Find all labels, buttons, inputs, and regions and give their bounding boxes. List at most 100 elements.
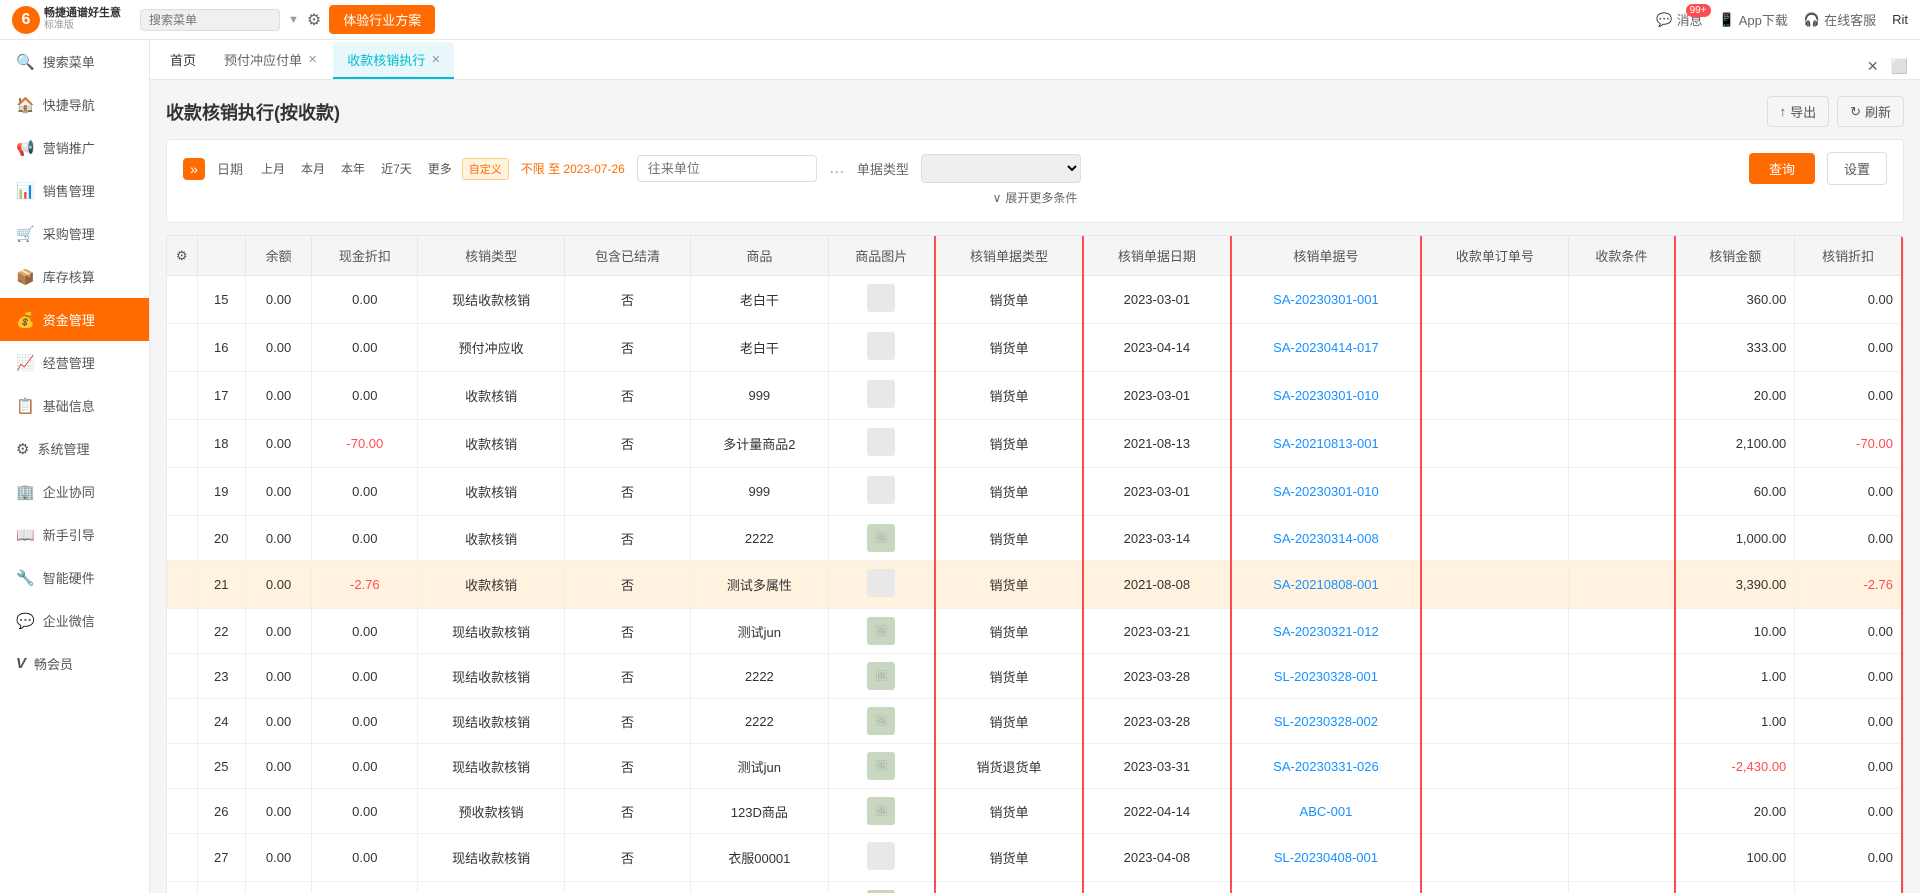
- cell-cancel-bill-no: SA-20230321-012: [1231, 609, 1421, 654]
- date-btn-more[interactable]: 更多: [422, 157, 458, 180]
- sidebar-item-quick-nav[interactable]: 🏠 快捷导航: [0, 83, 149, 126]
- cell-cancel-discount: 0.00: [1795, 699, 1902, 744]
- date-btn-7days[interactable]: 近7天: [375, 157, 418, 180]
- tab-cancel-exec[interactable]: 收款核销执行 ✕: [333, 42, 454, 79]
- cell-cancel-amount: 20.00: [1675, 789, 1795, 834]
- bill-type-select[interactable]: [921, 154, 1081, 183]
- notification-btn[interactable]: 💬 消息 99+: [1656, 10, 1702, 29]
- goods-image: [867, 476, 895, 504]
- cell-cash-discount: 0.00: [312, 468, 418, 516]
- cell-seq: 21: [197, 561, 245, 609]
- table-row: 20 0.00 0.00 收款核销 否 2222 🖼 销货单 2023-03-1…: [167, 516, 1902, 561]
- bill-no-link[interactable]: SA-20230321-012: [1273, 624, 1379, 639]
- cell-goods-image: 🖼: [828, 699, 935, 744]
- trial-btn[interactable]: 体验行业方案: [329, 5, 435, 34]
- dropdown-arrow-icon[interactable]: ▼: [288, 14, 299, 26]
- bill-no-link[interactable]: SA-20210808-001: [1273, 577, 1379, 592]
- cell-cancel-amount: 100.00: [1675, 834, 1795, 882]
- tab-close-all-btn[interactable]: ✕: [1863, 54, 1883, 79]
- tab-cancel-exec-close[interactable]: ✕: [431, 53, 440, 66]
- sidebar-item-search[interactable]: 🔍 搜索菜单: [0, 40, 149, 83]
- bill-no-link[interactable]: SA-20230301-010: [1273, 388, 1379, 403]
- col-goods-image: 商品图片: [828, 236, 935, 276]
- data-table: ⚙ 余额 现金折扣 核销类型 包含已结清 商品 商品图片 核销单据类型 核销单据…: [167, 236, 1903, 893]
- sidebar-item-inventory[interactable]: 📦 库存核算: [0, 255, 149, 298]
- tab-prepay-close[interactable]: ✕: [308, 53, 317, 66]
- cell-goods-image: [828, 324, 935, 372]
- date-btn-this-month[interactable]: 本月: [295, 157, 331, 180]
- goods-image: 🖼: [867, 707, 895, 735]
- breadcrumb-input[interactable]: [140, 9, 280, 31]
- cell-goods: 测试jun: [691, 609, 828, 654]
- tab-home[interactable]: 首页: [158, 42, 208, 79]
- supplier-input[interactable]: [637, 155, 817, 182]
- sidebar-item-basic-info[interactable]: 📋 基础信息: [0, 384, 149, 427]
- bill-no-link[interactable]: SA-20210813-001: [1273, 436, 1379, 451]
- bill-no-link[interactable]: SA-20230314-008: [1273, 531, 1379, 546]
- tab-home-label: 首页: [170, 50, 196, 69]
- bill-no-link[interactable]: SL-20230328-002: [1274, 714, 1378, 729]
- col-settings[interactable]: ⚙: [167, 236, 197, 276]
- export-btn[interactable]: ↑ 导出: [1767, 96, 1830, 127]
- cell-cancel-amount: 333.00: [1675, 324, 1795, 372]
- table-row: 22 0.00 0.00 现结收款核销 否 测试jun 🖼 销货单 2023-0…: [167, 609, 1902, 654]
- cell-included-settled: 否: [564, 882, 690, 893]
- sidebar-item-marketing[interactable]: 📢 营销推广: [0, 126, 149, 169]
- cell-included-settled: 否: [564, 276, 690, 324]
- cell-receipt-order-no: [1421, 699, 1568, 744]
- cell-cancel-bill-date: 2021-08-08: [1083, 561, 1231, 609]
- tab-prepay-label: 预付冲应付单: [224, 50, 302, 69]
- bill-no-link[interactable]: SA-20230301-010: [1273, 484, 1379, 499]
- sidebar-item-smart-hw[interactable]: 🔧 智能硬件: [0, 556, 149, 599]
- refresh-icon: ↻: [1850, 104, 1861, 120]
- cell-settings: [167, 834, 197, 882]
- supplier-dots[interactable]: …: [829, 160, 845, 178]
- bill-no-link[interactable]: SA-20230301-001: [1273, 292, 1379, 307]
- sidebar-label-basic-info: 基础信息: [43, 396, 95, 415]
- sidebar-item-operations[interactable]: 📈 经营管理: [0, 341, 149, 384]
- sidebar-item-system[interactable]: ⚙ 系统管理: [0, 427, 149, 470]
- date-btn-last-month[interactable]: 上月: [255, 157, 291, 180]
- col-cash-discount: 现金折扣: [312, 236, 418, 276]
- expand-filter-btn[interactable]: »: [183, 158, 205, 180]
- sidebar-item-enterprise[interactable]: 🏢 企业协同: [0, 470, 149, 513]
- bill-no-link[interactable]: SL-20230328-001: [1274, 669, 1378, 684]
- cell-cancel-bill-no: SA-20230301-001: [1231, 276, 1421, 324]
- gear-icon[interactable]: ⚙: [307, 10, 321, 30]
- cell-cancel-bill-type: 销货单: [935, 561, 1083, 609]
- bill-no-link[interactable]: ABC-001: [1300, 804, 1353, 819]
- app-download-btn[interactable]: 📱 App下载: [1719, 10, 1788, 29]
- date-btn-this-year[interactable]: 本年: [335, 157, 371, 180]
- table-container: ⚙ 余额 现金折扣 核销类型 包含已结清 商品 商品图片 核销单据类型 核销单据…: [166, 235, 1904, 893]
- bill-no-link[interactable]: SA-20230331-026: [1273, 759, 1379, 774]
- query-btn[interactable]: 查询: [1749, 153, 1815, 184]
- tab-expand-btn[interactable]: ⬜: [1887, 54, 1912, 79]
- purchase-icon: 🛒: [16, 225, 35, 243]
- sidebar-item-purchase[interactable]: 🛒 采购管理: [0, 212, 149, 255]
- tab-prepay[interactable]: 预付冲应付单 ✕: [210, 42, 331, 79]
- bill-no-link[interactable]: SL-20230408-001: [1274, 850, 1378, 865]
- cell-settings: [167, 468, 197, 516]
- sidebar-item-finance[interactable]: 💰 资金管理: [0, 298, 149, 341]
- tab-cancel-exec-label: 收款核销执行: [347, 50, 425, 69]
- operations-icon: 📈: [16, 354, 35, 372]
- cell-cancel-bill-no: SA-20210813-001: [1231, 420, 1421, 468]
- goods-image: [867, 428, 895, 456]
- cell-balance: 0.00: [245, 744, 311, 789]
- bill-no-link[interactable]: SA-20230414-017: [1273, 340, 1379, 355]
- cell-cancel-discount: 0.00: [1795, 882, 1902, 893]
- cell-cancel-bill-no: SA-20230331-026: [1231, 744, 1421, 789]
- cell-goods: 999: [691, 468, 828, 516]
- more-conditions-btn[interactable]: ∨ 展开更多条件: [183, 185, 1887, 210]
- page-header: 收款核销执行(按收款) ↑ 导出 ↻ 刷新: [166, 96, 1904, 127]
- sidebar-item-wechat[interactable]: 💬 企业微信: [0, 599, 149, 642]
- sidebar-item-member[interactable]: V 畅会员: [0, 642, 149, 685]
- sidebar: 🔍 搜索菜单 🏠 快捷导航 📢 营销推广 📊 销售管理 🛒 采购管理 📦 库存核…: [0, 40, 150, 893]
- online-service-btn[interactable]: 🎧 在线客服: [1804, 10, 1876, 29]
- col-cancel-type: 核销类型: [418, 236, 564, 276]
- sidebar-item-sales[interactable]: 📊 销售管理: [0, 169, 149, 212]
- sidebar-item-guide[interactable]: 📖 新手引导: [0, 513, 149, 556]
- filter-settings-btn[interactable]: 设置: [1827, 152, 1887, 185]
- date-btn-custom[interactable]: 自定义: [462, 158, 509, 180]
- refresh-btn[interactable]: ↻ 刷新: [1837, 96, 1904, 127]
